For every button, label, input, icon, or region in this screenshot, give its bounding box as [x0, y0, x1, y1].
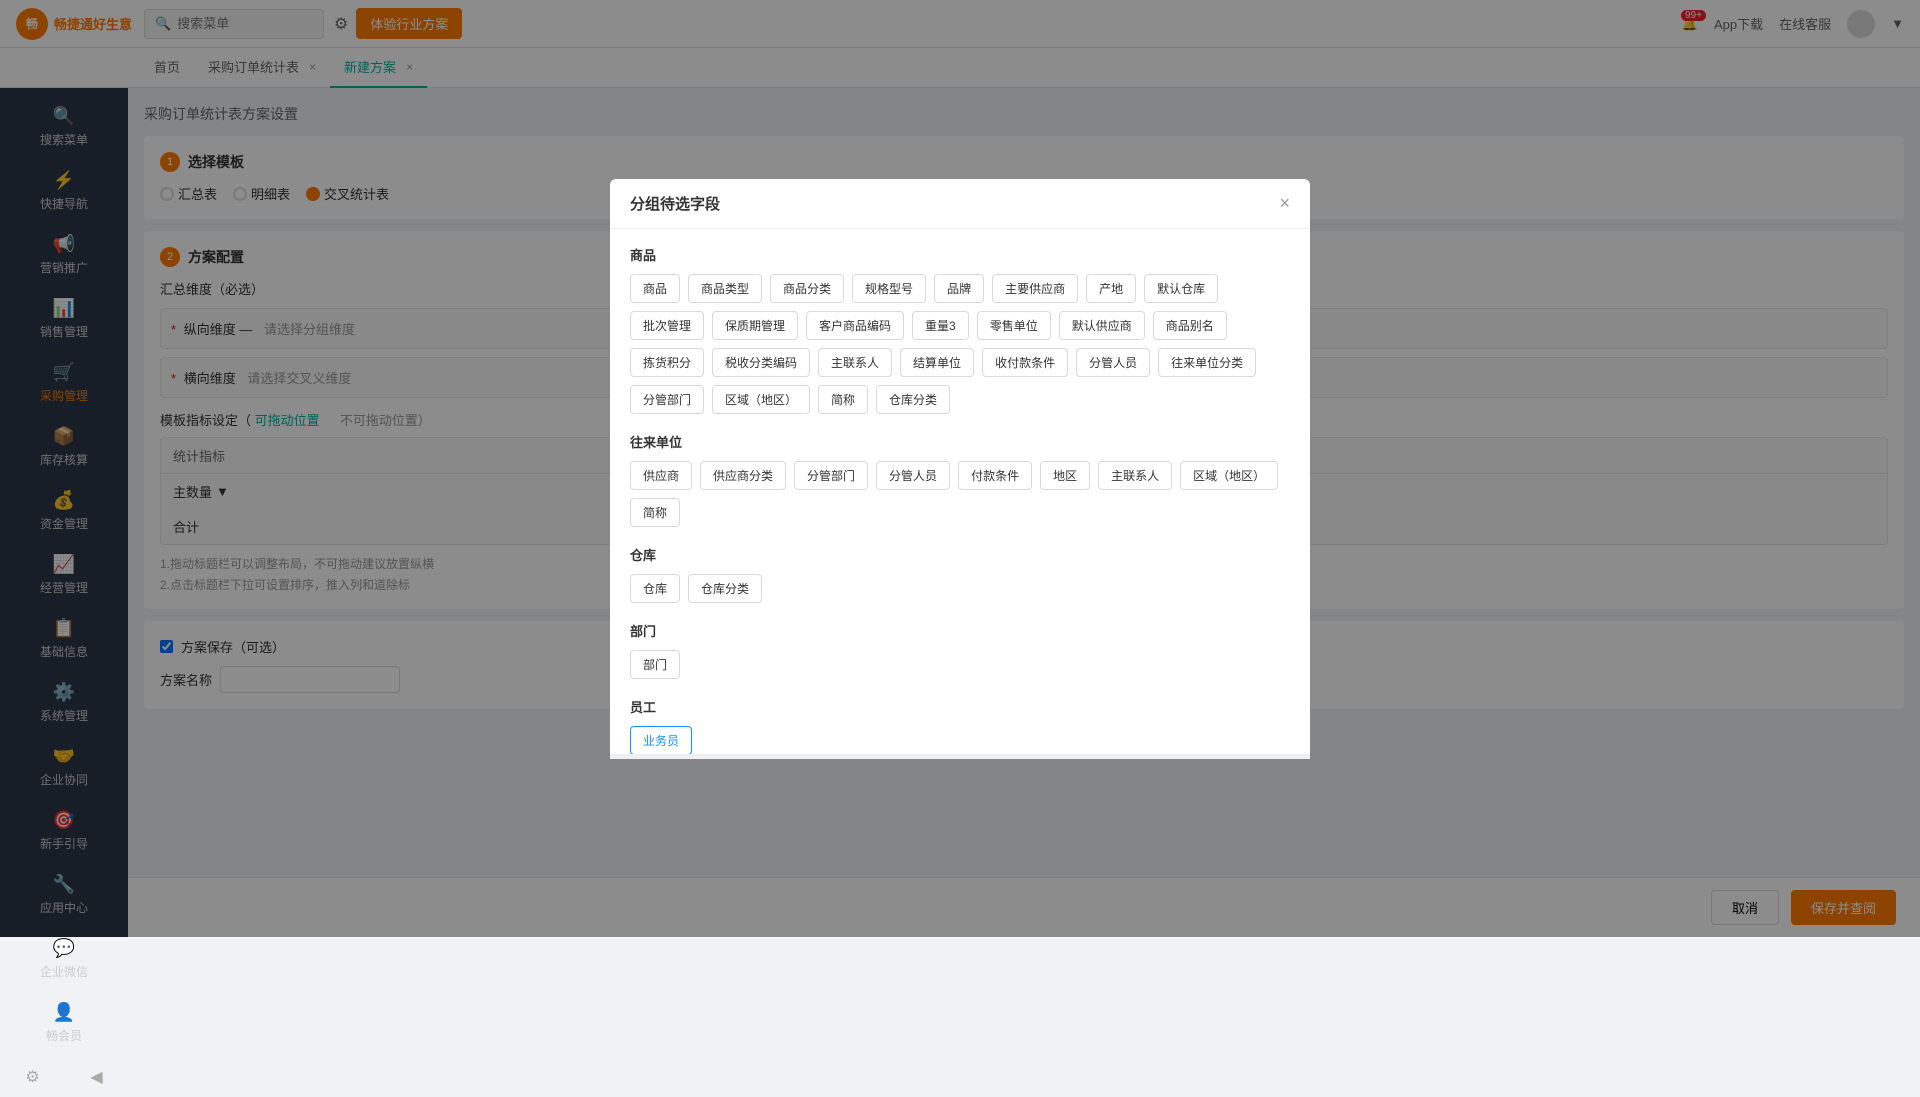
field-section-title-4: 员工	[630, 697, 1290, 716]
field-section-title-1: 往来单位	[630, 432, 1290, 451]
field-tag-0-20[interactable]: 分管人员	[1076, 348, 1150, 377]
field-tags-3: 部门	[630, 650, 1290, 679]
modal-overlay: 分组待选字段 × 商品商品商品类型商品分类规格型号品牌主要供应商产地默认仓库批次…	[0, 0, 1920, 937]
modal-dialog: 分组待选字段 × 商品商品商品类型商品分类规格型号品牌主要供应商产地默认仓库批次…	[610, 179, 1310, 759]
field-tag-1-0[interactable]: 供应商	[630, 461, 692, 490]
field-tag-0-17[interactable]: 主联系人	[818, 348, 892, 377]
field-tag-1-5[interactable]: 地区	[1040, 461, 1090, 490]
sidebar-wechat-label: 企业微信	[40, 963, 88, 980]
modal-body: 商品商品商品类型商品分类规格型号品牌主要供应商产地默认仓库批次管理保质期管理客户…	[610, 229, 1310, 754]
field-tag-1-6[interactable]: 主联系人	[1098, 461, 1172, 490]
field-tags-2: 仓库仓库分类	[630, 574, 1290, 603]
field-tag-0-0[interactable]: 商品	[630, 274, 680, 303]
field-tag-0-18[interactable]: 结算单位	[900, 348, 974, 377]
field-tag-1-1[interactable]: 供应商分类	[700, 461, 786, 490]
field-section-title-3: 部门	[630, 621, 1290, 640]
field-section-title-0: 商品	[630, 245, 1290, 264]
field-tag-0-16[interactable]: 税收分类编码	[712, 348, 810, 377]
field-tag-1-4[interactable]: 付款条件	[958, 461, 1032, 490]
field-section-0: 商品商品商品类型商品分类规格型号品牌主要供应商产地默认仓库批次管理保质期管理客户…	[630, 245, 1290, 414]
field-section-1: 往来单位供应商供应商分类分管部门分管人员付款条件地区主联系人区域（地区） 简称	[630, 432, 1290, 527]
field-tag-3-0[interactable]: 部门	[630, 650, 680, 679]
sidebar-member-label: 畅会员	[46, 1027, 82, 1044]
field-tag-0-3[interactable]: 规格型号	[852, 274, 926, 303]
field-tag-0-1[interactable]: 商品类型	[688, 274, 762, 303]
field-tag-0-10[interactable]: 客户商品编码	[806, 311, 904, 340]
field-tag-2-0[interactable]: 仓库	[630, 574, 680, 603]
field-tag-0-8[interactable]: 批次管理	[630, 311, 704, 340]
wechat-icon: 💬	[53, 938, 75, 959]
field-section-4: 员工业务员	[630, 697, 1290, 754]
settings-bottom-icon[interactable]: ⚙	[25, 1067, 39, 1087]
field-tag-0-7[interactable]: 默认仓库	[1144, 274, 1218, 303]
field-tags-1: 供应商供应商分类分管部门分管人员付款条件地区主联系人区域（地区） 简称	[630, 461, 1290, 527]
modal-title: 分组待选字段	[630, 193, 720, 214]
field-tag-0-24[interactable]: 简称	[818, 385, 868, 414]
field-tag-0-19[interactable]: 收付款条件	[982, 348, 1068, 377]
field-tag-0-6[interactable]: 产地	[1086, 274, 1136, 303]
field-tag-1-7[interactable]: 区域（地区）	[1180, 461, 1278, 490]
field-tag-0-2[interactable]: 商品分类	[770, 274, 844, 303]
field-tag-0-5[interactable]: 主要供应商	[992, 274, 1078, 303]
field-tag-0-14[interactable]: 商品别名	[1153, 311, 1227, 340]
sidebar-bottom: ⚙ ◀	[0, 1056, 128, 1097]
field-tag-0-21[interactable]: 往来单位分类	[1158, 348, 1256, 377]
field-tag-2-1[interactable]: 仓库分类	[688, 574, 762, 603]
field-tag-1-2[interactable]: 分管部门	[794, 461, 868, 490]
field-tag-0-25[interactable]: 仓库分类	[876, 385, 950, 414]
sidebar-item-member[interactable]: 👤 畅会员	[0, 992, 128, 1054]
field-section-title-2: 仓库	[630, 545, 1290, 564]
member-icon: 👤	[53, 1002, 75, 1023]
field-section-3: 部门部门	[630, 621, 1290, 679]
sidebar-item-wechat[interactable]: 💬 企业微信	[0, 928, 128, 990]
field-tag-0-23[interactable]: 区域（地区）	[712, 385, 810, 414]
field-tags-0: 商品商品类型商品分类规格型号品牌主要供应商产地默认仓库批次管理保质期管理客户商品…	[630, 274, 1290, 414]
modal-close-button[interactable]: ×	[1279, 193, 1290, 214]
field-tags-4: 业务员	[630, 726, 1290, 754]
field-tag-0-15[interactable]: 拣货积分	[630, 348, 704, 377]
modal-scrollbar-track	[610, 754, 1310, 759]
field-tag-0-22[interactable]: 分管部门	[630, 385, 704, 414]
field-tag-4-0[interactable]: 业务员	[630, 726, 692, 754]
field-tag-0-11[interactable]: 重量3	[912, 311, 969, 340]
field-tag-0-4[interactable]: 品牌	[934, 274, 984, 303]
field-tag-1-3[interactable]: 分管人员	[876, 461, 950, 490]
field-section-2: 仓库仓库仓库分类	[630, 545, 1290, 603]
field-tag-0-13[interactable]: 默认供应商	[1059, 311, 1145, 340]
field-tag-0-9[interactable]: 保质期管理	[712, 311, 798, 340]
modal-header: 分组待选字段 ×	[610, 179, 1310, 229]
field-tag-0-12[interactable]: 零售单位	[977, 311, 1051, 340]
collapse-icon[interactable]: ◀	[90, 1067, 102, 1087]
field-tag-1-8[interactable]: 简称	[630, 498, 680, 527]
